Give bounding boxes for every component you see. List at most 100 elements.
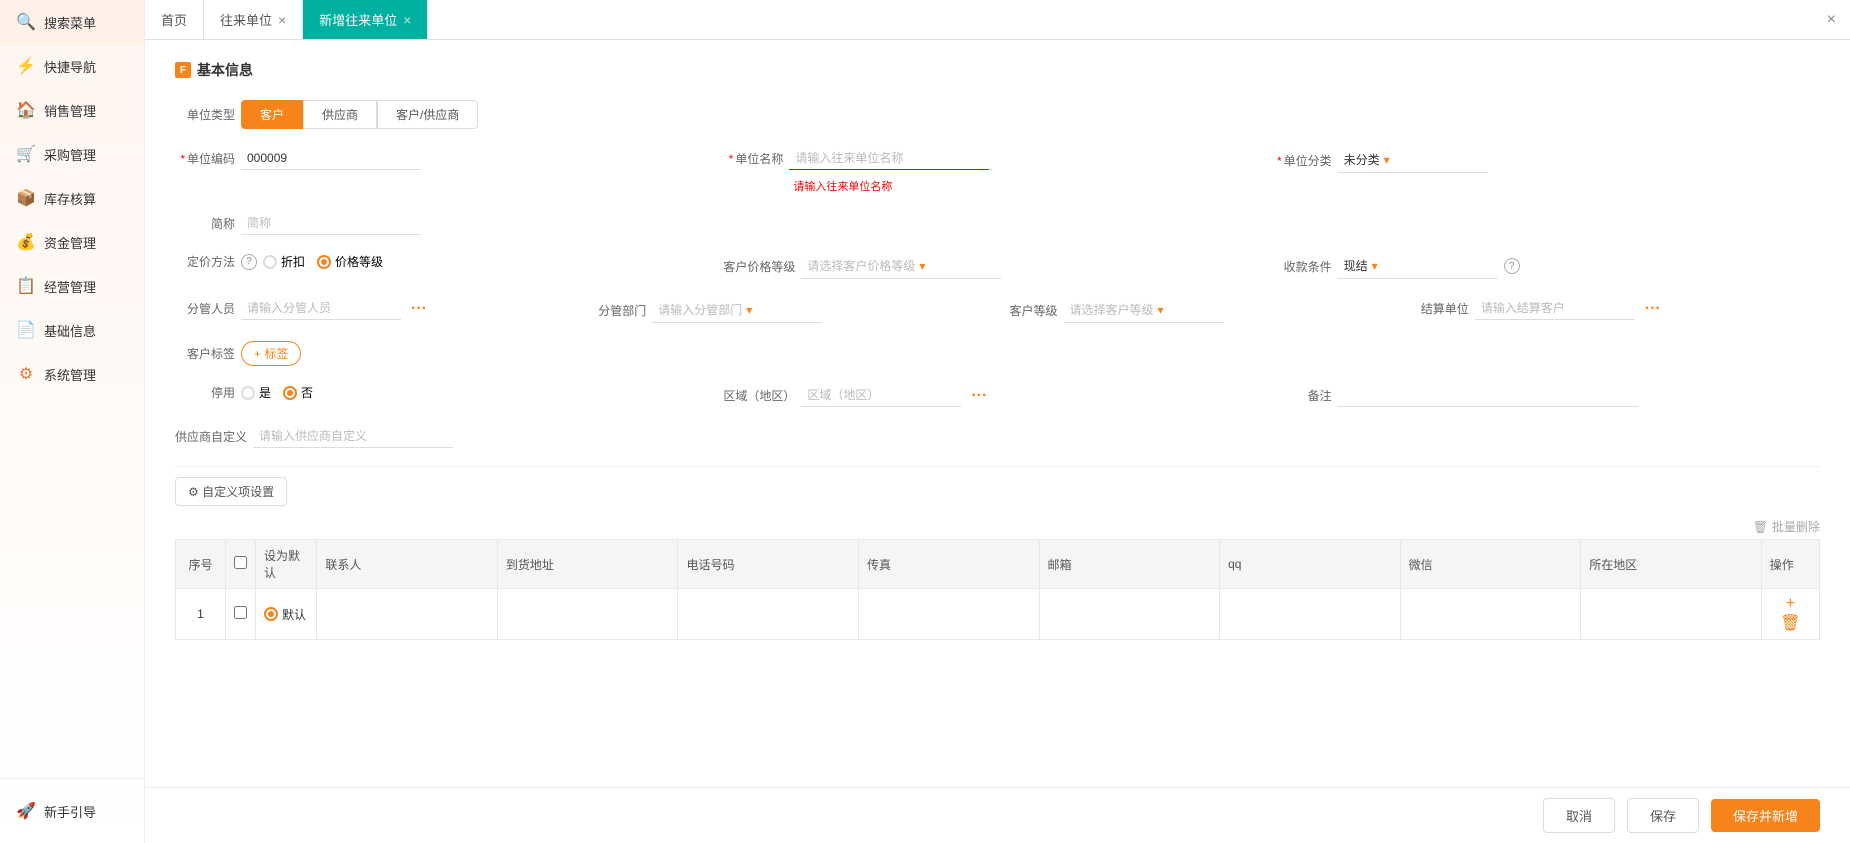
cell-wechat[interactable] <box>1400 589 1581 640</box>
manager-input[interactable] <box>241 297 401 320</box>
cell-contact[interactable] <box>317 589 498 640</box>
sidebar-item-system[interactable]: ⚙ 系统管理 <box>0 352 144 396</box>
sidebar-item-basic[interactable]: 📄 基础信息 <box>0 308 144 352</box>
code-input[interactable] <box>241 147 421 170</box>
customer-price-level-arrow: ▾ <box>919 259 925 273</box>
table-region-input[interactable] <box>1589 603 1753 625</box>
category-value: 未分类 <box>1344 151 1380 168</box>
tab-new-partner-close[interactable]: × <box>403 12 411 28</box>
tab-partners-close[interactable]: × <box>278 12 286 28</box>
cell-email[interactable] <box>1039 589 1220 640</box>
pricing-label: 定价方法 <box>175 253 235 270</box>
col-address: 到货地址 <box>497 540 678 589</box>
unit-type-buttons: 客户 供应商 客户/供应商 <box>241 100 478 129</box>
cell-fax[interactable] <box>859 589 1040 640</box>
region-input[interactable] <box>801 384 961 407</box>
inventory-icon: 📦 <box>16 188 36 208</box>
add-row-button[interactable]: + <box>1783 595 1798 613</box>
name-input[interactable] <box>789 147 989 170</box>
cell-action: + 🗑 <box>1761 589 1819 640</box>
phone-input[interactable] <box>686 603 850 625</box>
col-default: 设为默认 <box>256 540 317 589</box>
qq-input[interactable] <box>1228 603 1392 625</box>
manager-label: 分管人员 <box>175 300 235 317</box>
category-arrow: ▾ <box>1384 153 1390 167</box>
cell-address[interactable] <box>497 589 678 640</box>
code-label: *单位编码 <box>175 150 235 167</box>
col-checkbox[interactable] <box>226 540 256 589</box>
customer-level-select[interactable]: 请选择客户等级 ▾ <box>1064 297 1224 323</box>
sidebar-item-operation[interactable]: 📋 经营管理 <box>0 264 144 308</box>
department-select[interactable]: 请输入分管部门 ▾ <box>652 297 822 323</box>
custom-settings-button[interactable]: ⚙ 自定义项设置 <box>175 477 287 506</box>
pricing-radio-discount[interactable]: 折扣 <box>263 253 305 270</box>
purchase-icon: 🛒 <box>16 144 36 164</box>
payment-terms-question[interactable]: ? <box>1504 258 1520 274</box>
save-and-new-button[interactable]: 保存并新增 <box>1711 799 1820 832</box>
cell-checkbox[interactable] <box>226 589 256 640</box>
department-label: 分管部门 <box>586 302 646 319</box>
remark-input[interactable] <box>1338 384 1638 407</box>
sidebar-item-label: 系统管理 <box>44 365 96 384</box>
section-header: F 基本信息 <box>175 60 1820 80</box>
tab-new-partner-label: 新增往来单位 <box>319 10 397 29</box>
add-tag-button[interactable]: + 标签 <box>241 341 301 366</box>
guide-icon: 🚀 <box>16 801 36 821</box>
pricing-radio-level[interactable]: 价格等级 <box>317 253 383 270</box>
sidebar-item-guide[interactable]: 🚀 新手引导 <box>0 789 144 833</box>
select-all-checkbox[interactable] <box>234 556 247 569</box>
fax-input[interactable] <box>867 603 1031 625</box>
name-error-msg: 请输入往来单位名称 <box>793 178 892 194</box>
unit-type-group: 单位类型 客户 供应商 客户/供应商 <box>175 100 1820 129</box>
contact-input[interactable] <box>325 603 489 625</box>
save-button[interactable]: 保存 <box>1627 798 1699 833</box>
address-input[interactable] <box>506 603 670 625</box>
customer-price-level-select[interactable]: 请选择客户价格等级 ▾ <box>801 253 1001 279</box>
sidebar-item-purchase[interactable]: 🛒 采购管理 <box>0 132 144 176</box>
col-action: 操作 <box>1761 540 1819 589</box>
settlement-input[interactable] <box>1475 297 1635 320</box>
tab-partners[interactable]: 往来单位 × <box>204 0 303 39</box>
tab-home-label: 首页 <box>161 10 187 29</box>
sidebar-item-sales[interactable]: 🏠 销售管理 <box>0 88 144 132</box>
unit-type-supplier[interactable]: 供应商 <box>303 100 377 129</box>
radio-yes-circle <box>241 386 255 400</box>
row-checkbox[interactable] <box>234 606 247 619</box>
tab-home[interactable]: 首页 <box>145 0 204 39</box>
sidebar-item-finance[interactable]: 💰 资金管理 <box>0 220 144 264</box>
cell-region[interactable] <box>1581 589 1762 640</box>
sidebar-item-search[interactable]: 🔍 搜索菜单 <box>0 0 144 44</box>
cell-phone[interactable] <box>678 589 859 640</box>
shortname-input[interactable] <box>241 212 421 235</box>
unit-type-customer[interactable]: 客户 <box>241 100 303 129</box>
disabled-radio-no[interactable]: 否 <box>283 384 313 401</box>
manager-dots[interactable]: ··· <box>407 300 431 318</box>
delete-row-button[interactable]: 🗑 <box>1777 613 1803 633</box>
wechat-input[interactable] <box>1409 603 1573 625</box>
cell-qq[interactable] <box>1220 589 1401 640</box>
disabled-radio-yes[interactable]: 是 <box>241 384 271 401</box>
cancel-button[interactable]: 取消 <box>1543 798 1615 833</box>
radio-no-label: 否 <box>301 384 313 401</box>
sidebar-item-label: 新手引导 <box>44 802 96 821</box>
shortname-label: 简称 <box>175 215 235 232</box>
sidebar-item-inventory[interactable]: 📦 库存核算 <box>0 176 144 220</box>
tab-new-partner[interactable]: 新增往来单位 × <box>303 0 428 39</box>
batch-delete-label[interactable]: 批量删除 <box>1772 518 1820 535</box>
email-input[interactable] <box>1048 603 1212 625</box>
default-radio[interactable]: 默认 <box>264 606 308 623</box>
finance-icon: 💰 <box>16 232 36 252</box>
supplier-custom-input[interactable] <box>253 425 453 448</box>
sidebar-item-label: 搜索菜单 <box>44 13 96 32</box>
close-all-button[interactable]: × <box>1813 11 1850 29</box>
region-dots[interactable]: ··· <box>967 387 991 405</box>
unit-type-both[interactable]: 客户/供应商 <box>377 100 478 129</box>
radio-no-circle <box>283 386 297 400</box>
radio-yes-label: 是 <box>259 384 271 401</box>
sidebar-item-quicknav[interactable]: ⚡ 快捷导航 <box>0 44 144 88</box>
settlement-dots[interactable]: ··· <box>1641 300 1665 318</box>
manager-group: 分管人员 ··· <box>175 297 586 320</box>
category-select[interactable]: 未分类 ▾ <box>1338 147 1488 173</box>
payment-terms-select[interactable]: 现结 ▾ <box>1338 253 1498 279</box>
pricing-question[interactable]: ? <box>241 254 257 270</box>
